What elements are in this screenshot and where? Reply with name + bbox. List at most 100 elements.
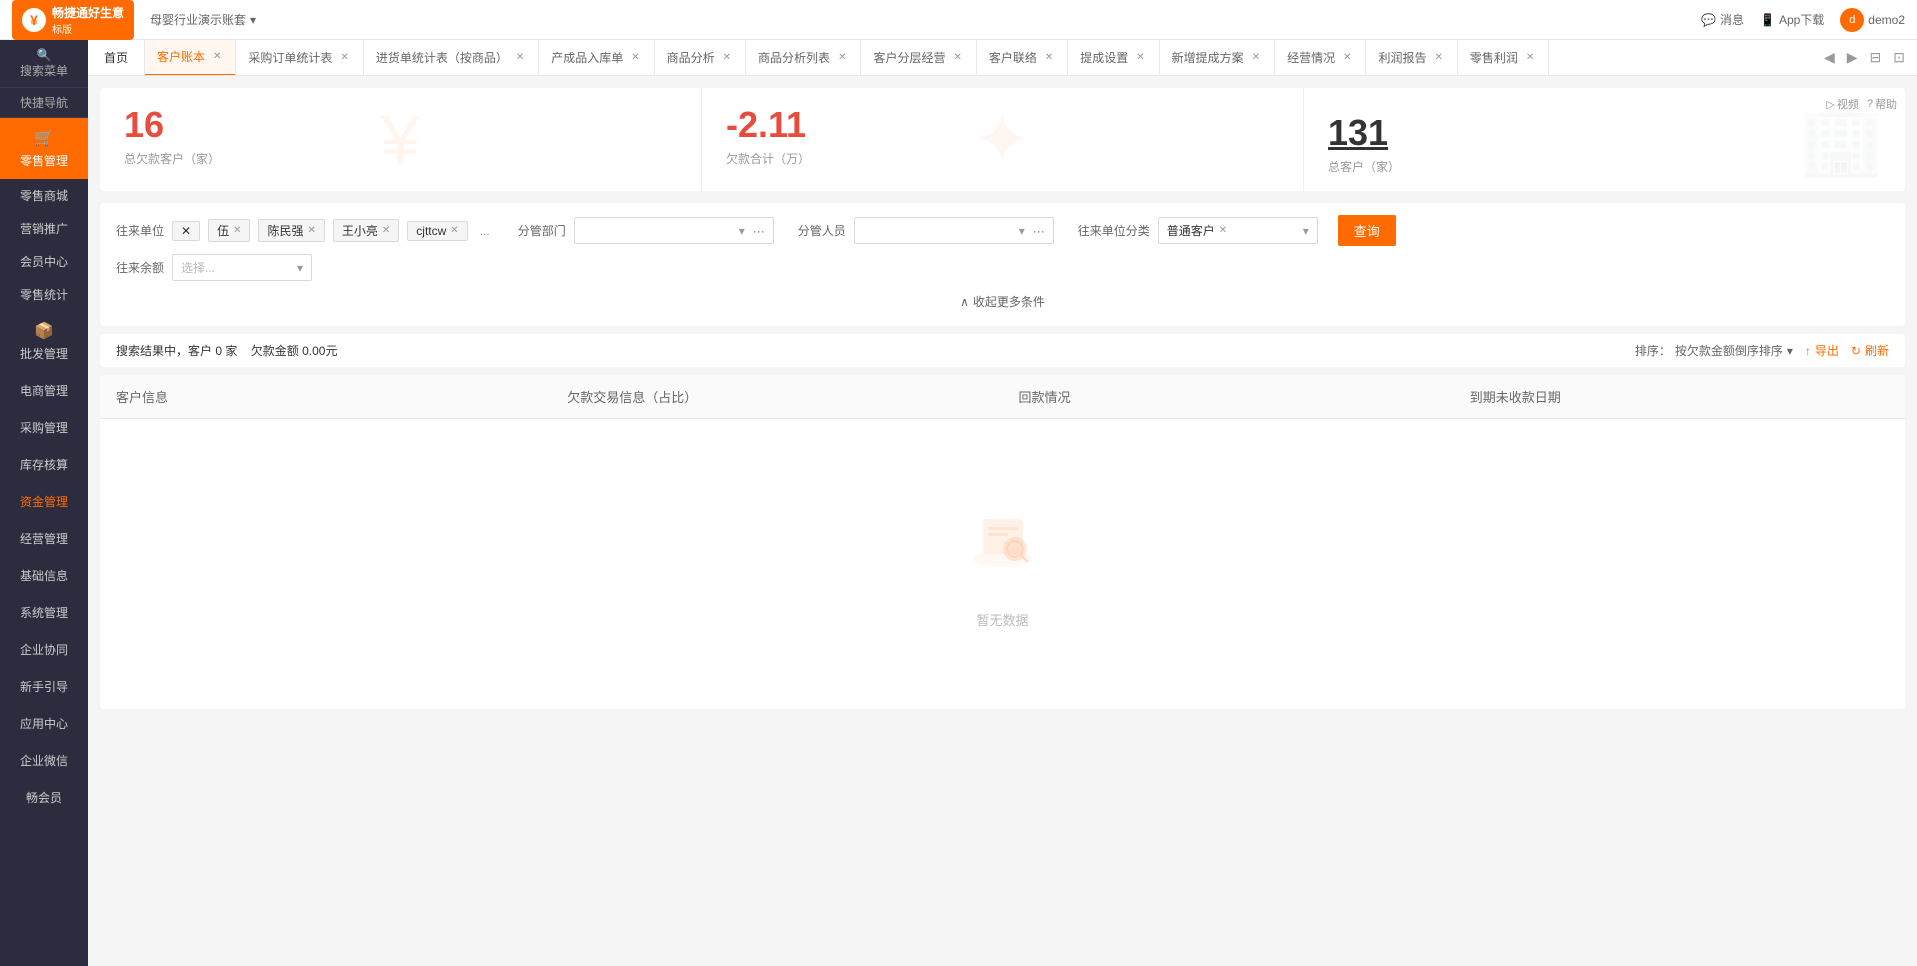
tab-close-product-inbound[interactable]: ✕ [629, 50, 641, 65]
tab-product-analysis-list[interactable]: 商品分析列表 ✕ [746, 40, 861, 76]
unit-class-tag: 普通客户 ✕ [1167, 222, 1227, 239]
sidebar-item-base-info[interactable]: 基础信息 [0, 557, 88, 594]
table-header: 客户信息 欠款交易信息（占比） 回款情况 到期未收款日期 [100, 375, 1905, 419]
table-col-customer: 客户信息 [100, 375, 551, 418]
top-bar-left: ¥ 畅捷通好生意 标版 母婴行业演示账套 ▾ [12, 0, 264, 40]
app-download-btn[interactable]: 📱 App下载 [1760, 11, 1824, 28]
main-wrapper: 🔍 搜索菜单 快捷导航 🛒 零售管理 零售商城 营销推广 会员中心 零售统计 📦… [0, 40, 1917, 966]
help-btn[interactable]: ? 帮助 [1867, 96, 1897, 112]
tab-close-customer-ledger[interactable]: ✕ [211, 49, 223, 64]
chevron-down-icon: ▾ [250, 13, 256, 27]
sidebar-item-purchase[interactable]: 采购管理 [0, 409, 88, 446]
dept-filter-label: 分管部门 [518, 222, 566, 239]
remove-tag-2[interactable]: ✕ [308, 225, 316, 236]
filter-more-units[interactable]: ... [476, 222, 494, 240]
filter-tag-unit-3: 王小亮 ✕ [333, 219, 399, 242]
sidebar-item-retail-stats[interactable]: 零售统计 [0, 278, 88, 311]
sidebar-item-marketing[interactable]: 营销推广 [0, 212, 88, 245]
dept-select-arrow: ▾ [739, 224, 745, 238]
sidebar: 🔍 搜索菜单 快捷导航 🛒 零售管理 零售商城 营销推广 会员中心 零售统计 📦… [0, 40, 88, 966]
account-selector[interactable]: 母婴行业演示账套 ▾ [142, 11, 264, 28]
filter-row-1: 往来单位 ✕ 伍 ✕ 陈民强 ✕ 王小亮 ✕ [116, 215, 1889, 246]
tab-close-operations[interactable]: ✕ [1341, 50, 1353, 65]
sidebar-item-system[interactable]: 系统管理 [0, 594, 88, 631]
filter-tag-unit-all: ✕ [172, 221, 200, 241]
user-avatar[interactable]: d demo2 [1840, 8, 1905, 32]
person-more-icon[interactable]: ··· [1033, 224, 1045, 238]
messages-btn[interactable]: 💬 消息 [1701, 11, 1744, 28]
tab-close-profit-report[interactable]: ✕ [1433, 50, 1445, 65]
debt-customers-number: 16 [124, 104, 164, 146]
video-help-btn[interactable]: ▷ 视频 [1826, 96, 1858, 112]
unit-class-select[interactable]: 普通客户 ✕ ▾ [1158, 217, 1318, 244]
tab-commission-setting[interactable]: 提成设置 ✕ [1068, 40, 1159, 76]
tab-customer-tier[interactable]: 客户分层经营 ✕ [861, 40, 976, 76]
sidebar-item-app-center[interactable]: 应用中心 [0, 705, 88, 742]
tab-close-retail-profit[interactable]: ✕ [1524, 50, 1536, 65]
export-button[interactable]: ↑ 导出 [1805, 342, 1839, 359]
top-bar: ¥ 畅捷通好生意 标版 母婴行业演示账套 ▾ 💬 消息 📱 App下载 d de… [0, 0, 1917, 40]
dept-more-icon[interactable]: ··· [753, 224, 765, 238]
tab-customer-ledger[interactable]: 客户账本 ✕ [145, 40, 236, 76]
tab-close-commission[interactable]: ✕ [1134, 50, 1146, 65]
page-content: ¥ 16 总欠款客户（家） ✦ -2.11 欠款合计（万） 🏢 ▷ 视频 ? 帮… [88, 76, 1917, 966]
sidebar-item-wholesale[interactable]: 📦 批发管理 [0, 311, 88, 372]
balance-select[interactable]: 选择... ▾ [172, 254, 312, 281]
tab-maximize-icon[interactable]: ⊡ [1889, 45, 1909, 70]
sort-arrow-icon: ▾ [1787, 344, 1793, 358]
mobile-icon: 📱 [1760, 13, 1775, 27]
tab-close-new-commission[interactable]: ✕ [1250, 50, 1262, 65]
person-select[interactable]: ▾ ··· [854, 217, 1054, 244]
search-menu[interactable]: 🔍 搜索菜单 [0, 40, 88, 88]
tab-operations[interactable]: 经营情况 ✕ [1275, 40, 1366, 76]
tab-minimize-icon[interactable]: ⊟ [1866, 45, 1886, 70]
sidebar-item-changhui[interactable]: 畅会员 [0, 779, 88, 816]
top-bar-right: 💬 消息 📱 App下载 d demo2 [1701, 8, 1905, 32]
tab-purchase-stats-product[interactable]: 进货单统计表（按商品） ✕ [364, 40, 539, 76]
tab-product-analysis[interactable]: 商品分析 ✕ [655, 40, 746, 76]
logo-text: 畅捷通好生意 标版 [52, 4, 124, 36]
filter-tag-unit-4: cjttcw ✕ [407, 221, 467, 241]
sidebar-item-retail-mall[interactable]: 零售商城 [0, 179, 88, 212]
remove-tag-1[interactable]: ✕ [233, 225, 241, 236]
quick-nav[interactable]: 快捷导航 [0, 88, 88, 118]
sidebar-item-enterprise-collab[interactable]: 企业协同 [0, 631, 88, 668]
tab-profit-report[interactable]: 利润报告 ✕ [1366, 40, 1457, 76]
tab-close-customer-tier[interactable]: ✕ [951, 50, 963, 65]
tab-retail-profit[interactable]: 零售利润 ✕ [1458, 40, 1549, 76]
tab-prev-icon[interactable]: ◀ [1820, 45, 1839, 70]
sidebar-item-operations[interactable]: 经营管理 [0, 520, 88, 557]
sidebar-item-retail-mgmt[interactable]: 🛒 零售管理 [0, 118, 88, 179]
search-actions: 排序： 按欠款金额倒序排序 ▾ ↑ 导出 ↻ 刷新 [1635, 342, 1889, 359]
collapse-button[interactable]: ∧ 收起更多条件 [956, 289, 1049, 314]
avatar-icon: d [1840, 8, 1864, 32]
tab-home[interactable]: 首页 [88, 40, 145, 75]
tab-close-purchase-product[interactable]: ✕ [514, 50, 526, 65]
tab-purchase-order-stats[interactable]: 采购订单统计表 ✕ [236, 40, 363, 76]
dept-select[interactable]: ▾ ··· [574, 217, 774, 244]
tab-close-product-analysis-list[interactable]: ✕ [836, 50, 848, 65]
search-results-bar: 搜索结果中，客户 0 家 欠款金额 0.00元 排序： 按欠款金额倒序排序 ▾ … [100, 334, 1905, 367]
sidebar-item-member[interactable]: 会员中心 [0, 245, 88, 278]
sort-select[interactable]: 排序： 按欠款金额倒序排序 ▾ [1635, 342, 1793, 359]
sidebar-item-inventory[interactable]: 库存核算 [0, 446, 88, 483]
sidebar-item-finance[interactable]: 资金管理 [0, 483, 88, 520]
tab-new-commission[interactable]: 新增提成方案 ✕ [1160, 40, 1275, 76]
stat-card-debt-customers: ¥ 16 总欠款客户（家） [100, 88, 702, 191]
tab-close-customer-contact[interactable]: ✕ [1043, 50, 1055, 65]
sidebar-item-enterprise-wechat[interactable]: 企业微信 [0, 742, 88, 779]
tab-customer-contact[interactable]: 客户联络 ✕ [977, 40, 1068, 76]
remove-unit-class[interactable]: ✕ [1219, 225, 1227, 236]
tab-next-icon[interactable]: ▶ [1843, 45, 1862, 70]
tab-close-purchase-order[interactable]: ✕ [338, 50, 350, 65]
message-icon: 💬 [1701, 13, 1716, 27]
tab-close-product-analysis[interactable]: ✕ [721, 50, 733, 65]
query-button[interactable]: 查询 [1338, 215, 1396, 246]
wholesale-icon: 📦 [34, 321, 54, 341]
remove-tag-3[interactable]: ✕ [382, 225, 390, 236]
sidebar-item-newbie[interactable]: 新手引导 [0, 668, 88, 705]
remove-tag-4[interactable]: ✕ [450, 225, 458, 236]
tab-product-inbound[interactable]: 产成品入库单 ✕ [539, 40, 654, 76]
refresh-button[interactable]: ↻ 刷新 [1851, 342, 1889, 359]
sidebar-item-ecommerce[interactable]: 电商管理 [0, 372, 88, 409]
